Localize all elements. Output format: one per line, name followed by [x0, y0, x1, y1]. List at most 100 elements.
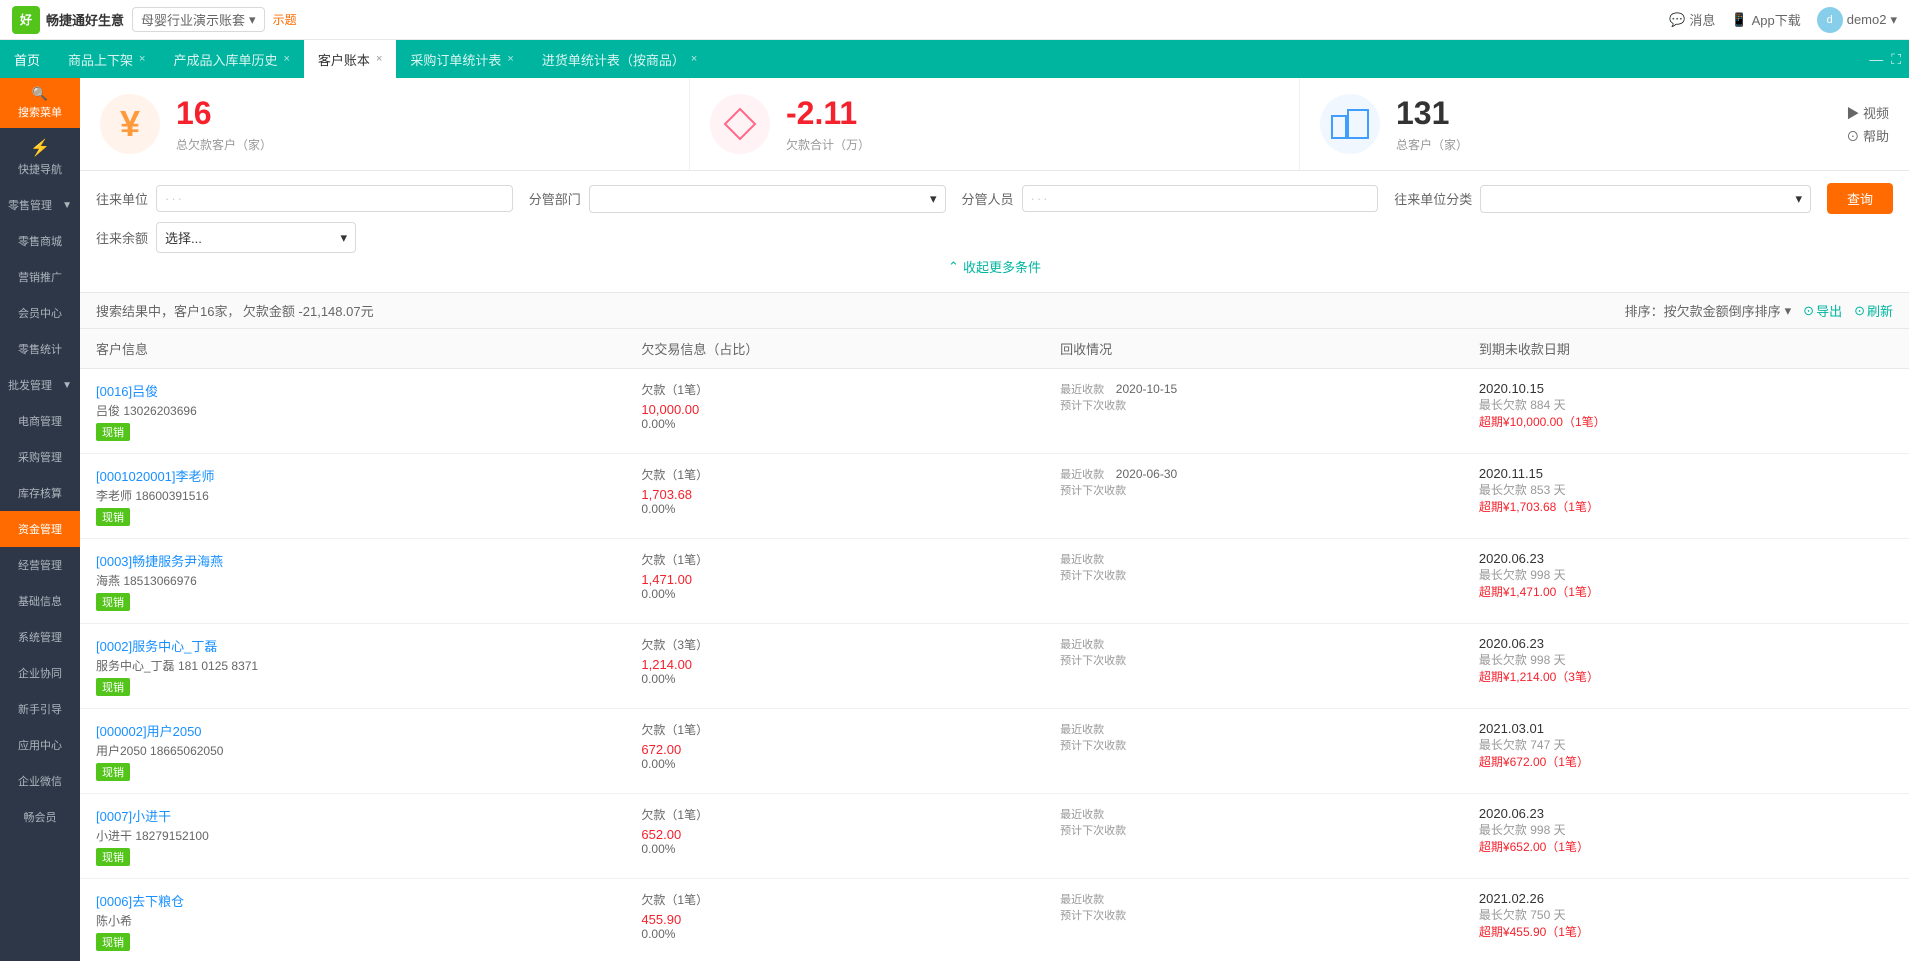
debt-percent-2: 0.00%	[641, 587, 1028, 601]
filter-input-person[interactable]: ···	[1022, 185, 1379, 212]
sidebar-item-purchase[interactable]: 采购管理	[0, 439, 80, 475]
overdue-text-3[interactable]: 超期¥1,214.00（3笔）	[1479, 668, 1893, 685]
app-download-item[interactable]: 📱 App下载	[1731, 10, 1800, 29]
sidebar-item-retail-stats[interactable]: 零售统计	[0, 331, 80, 367]
stat-card-2: 131 总客户（家） ▶ 视频 ⊙ 帮助	[1300, 78, 1909, 170]
sidebar-item-ecommerce[interactable]: 电商管理	[0, 403, 80, 439]
cell-debt-2: 欠款（1笔） 1,471.00 0.00%	[625, 539, 1044, 624]
close-icon[interactable]: ×	[376, 53, 382, 65]
tab-shangpin-label: 商品上下架	[68, 50, 133, 69]
chevron-down-icon: ▾	[930, 191, 937, 207]
filter-label-dept: 分管部门	[529, 189, 581, 208]
sidebar-link[interactable]: 示题	[273, 11, 297, 28]
store-selector[interactable]: 母婴行业演示账套 ▾	[132, 7, 265, 32]
sidebar-item-inventory[interactable]: 库存核算	[0, 475, 80, 511]
sidebar-search[interactable]: 🔍 搜索菜单	[0, 78, 80, 128]
enterprise-label: 企业协同	[18, 665, 62, 681]
sidebar-item-app-center[interactable]: 应用中心	[0, 727, 80, 763]
sidebar-item-guide[interactable]: 新手引导	[0, 691, 80, 727]
due-date-2: 2020.06.23	[1479, 551, 1893, 566]
debt-amount-5[interactable]: 652.00	[641, 827, 1028, 842]
customer-name-4[interactable]: [000002]用户2050	[96, 721, 609, 740]
ellipsis-icon2: ···	[1031, 191, 1050, 206]
wholesale-label: 批发管理	[8, 377, 52, 393]
tab-chanpin[interactable]: 产成品入库单历史 ×	[159, 40, 303, 78]
customer-name-0[interactable]: [0016]吕俊	[96, 381, 609, 400]
sidebar-item-marketing[interactable]: 营销推广	[0, 259, 80, 295]
sidebar-item-retail-mall[interactable]: 零售商城	[0, 223, 80, 259]
debt-amount-0[interactable]: 10,000.00	[641, 402, 1028, 417]
collapse-button[interactable]: ⌃ 收起更多条件	[948, 257, 1041, 276]
minimize-icon[interactable]: —	[1869, 51, 1883, 67]
cell-collection-3: 最近收款 预计下次收款	[1044, 624, 1463, 709]
search-button[interactable]: 查询	[1827, 183, 1893, 214]
tab-home[interactable]: 首页	[0, 40, 54, 78]
debt-count-1: 欠款（1笔）	[641, 466, 1028, 483]
tab-kehu[interactable]: 客户账本 ×	[304, 40, 396, 78]
message-item[interactable]: 💬 消息	[1669, 10, 1715, 29]
filter-item-person: 分管人员 ···	[962, 185, 1379, 212]
tab-shangpin[interactable]: 商品上下架 ×	[54, 40, 159, 78]
debt-amount-1[interactable]: 1,703.68	[641, 487, 1028, 502]
user-profile[interactable]: d demo2 ▾	[1817, 7, 1897, 33]
export-button[interactable]: ⊙ 导出	[1803, 301, 1842, 320]
customer-tag-5: 现销	[96, 848, 130, 866]
help-link[interactable]: ⊙ 帮助	[1846, 126, 1889, 145]
stat-value-0: 16	[176, 95, 669, 132]
sidebar-item-basic-info[interactable]: 基础信息	[0, 583, 80, 619]
filter-select-category[interactable]: ▾	[1480, 185, 1811, 213]
customer-name-1[interactable]: [0001020001]李老师	[96, 466, 609, 485]
close-icon[interactable]: ×	[283, 53, 289, 65]
overdue-days-1: 最长欠款 853 天	[1479, 481, 1893, 498]
customer-name-5[interactable]: [0007]小进干	[96, 806, 609, 825]
chevron-down-icon: ▼	[62, 200, 72, 211]
sidebar-item-enterprise[interactable]: 企业协同	[0, 655, 80, 691]
filter-select-balance[interactable]: 选择... ▾	[156, 222, 356, 253]
result-bar: 搜索结果中，客户16家， 欠款金额 -21,148.07元 排序：按欠款金额倒序…	[80, 293, 1909, 329]
sidebar-item-finance[interactable]: 资金管理	[0, 511, 80, 547]
sidebar-item-wechat[interactable]: 企业微信	[0, 763, 80, 799]
view-link[interactable]: ▶ 视频	[1846, 103, 1889, 122]
cell-customer-1: [0001020001]李老师 李老师 18600391516 现销	[80, 454, 625, 539]
sidebar-item-system[interactable]: 系统管理	[0, 619, 80, 655]
refresh-button[interactable]: ⊙ 刷新	[1854, 301, 1893, 320]
debt-amount-6[interactable]: 455.90	[641, 912, 1028, 927]
overdue-text-0[interactable]: 超期¥10,000.00（1笔）	[1479, 413, 1893, 430]
customer-name-3[interactable]: [0002]服务中心_丁磊	[96, 636, 609, 655]
sidebar-item-wholesale[interactable]: 批发管理 ▼	[0, 367, 80, 403]
tab-jinhuo[interactable]: 进货单统计表（按商品） ×	[528, 40, 711, 78]
chevron-down-icon: ▾	[1785, 303, 1792, 319]
sidebar-item-member[interactable]: 会员中心	[0, 295, 80, 331]
tab-caigou[interactable]: 采购订单统计表 ×	[396, 40, 527, 78]
customer-name-2[interactable]: [0003]畅捷服务尹海燕	[96, 551, 609, 570]
sidebar-item-member2[interactable]: 畅会员	[0, 799, 80, 835]
close-icon[interactable]: ×	[691, 53, 697, 65]
debt-amount-2[interactable]: 1,471.00	[641, 572, 1028, 587]
overdue-text-5[interactable]: 超期¥652.00（1笔）	[1479, 838, 1893, 855]
sidebar-item-quick-nav[interactable]: ⚡ 快捷导航	[0, 128, 80, 187]
view-label: 视频	[1863, 106, 1889, 121]
debt-amount-3[interactable]: 1,214.00	[641, 657, 1028, 672]
customer-tag-3: 现销	[96, 678, 130, 696]
sidebar-item-retail-mgmt[interactable]: 零售管理 ▼	[0, 187, 80, 223]
close-icon[interactable]: ×	[507, 53, 513, 65]
overdue-text-2[interactable]: 超期¥1,471.00（1笔）	[1479, 583, 1893, 600]
stat-card-0: ¥ 16 总欠款客户（家）	[80, 78, 690, 170]
last-collection-label-3: 最近收款	[1060, 639, 1104, 651]
overdue-text-4[interactable]: 超期¥672.00（1笔）	[1479, 753, 1893, 770]
stat-info-0: 16 总欠款客户（家）	[176, 95, 669, 153]
cell-customer-5: [0007]小进干 小进干 18279152100 现销	[80, 794, 625, 879]
table-row: [000002]用户2050 用户2050 18665062050 现销 欠款（…	[80, 709, 1909, 794]
collapse-row: ⌃ 收起更多条件	[96, 253, 1893, 280]
close-icon[interactable]: ×	[139, 53, 145, 65]
filter-select-dept[interactable]: ▾	[589, 185, 946, 213]
customer-name-6[interactable]: [0006]去下粮仓	[96, 891, 609, 910]
filter-input-unit[interactable]: ···	[156, 185, 513, 212]
overdue-text-6[interactable]: 超期¥455.90（1笔）	[1479, 923, 1893, 940]
maximize-icon[interactable]: ⛶	[1891, 51, 1901, 68]
sort-selector[interactable]: 排序：按欠款金额倒序排序 ▾	[1625, 301, 1792, 320]
debt-percent-1: 0.00%	[641, 502, 1028, 516]
sidebar-item-operations[interactable]: 经营管理	[0, 547, 80, 583]
overdue-text-1[interactable]: 超期¥1,703.68（1笔）	[1479, 498, 1893, 515]
debt-amount-4[interactable]: 672.00	[641, 742, 1028, 757]
